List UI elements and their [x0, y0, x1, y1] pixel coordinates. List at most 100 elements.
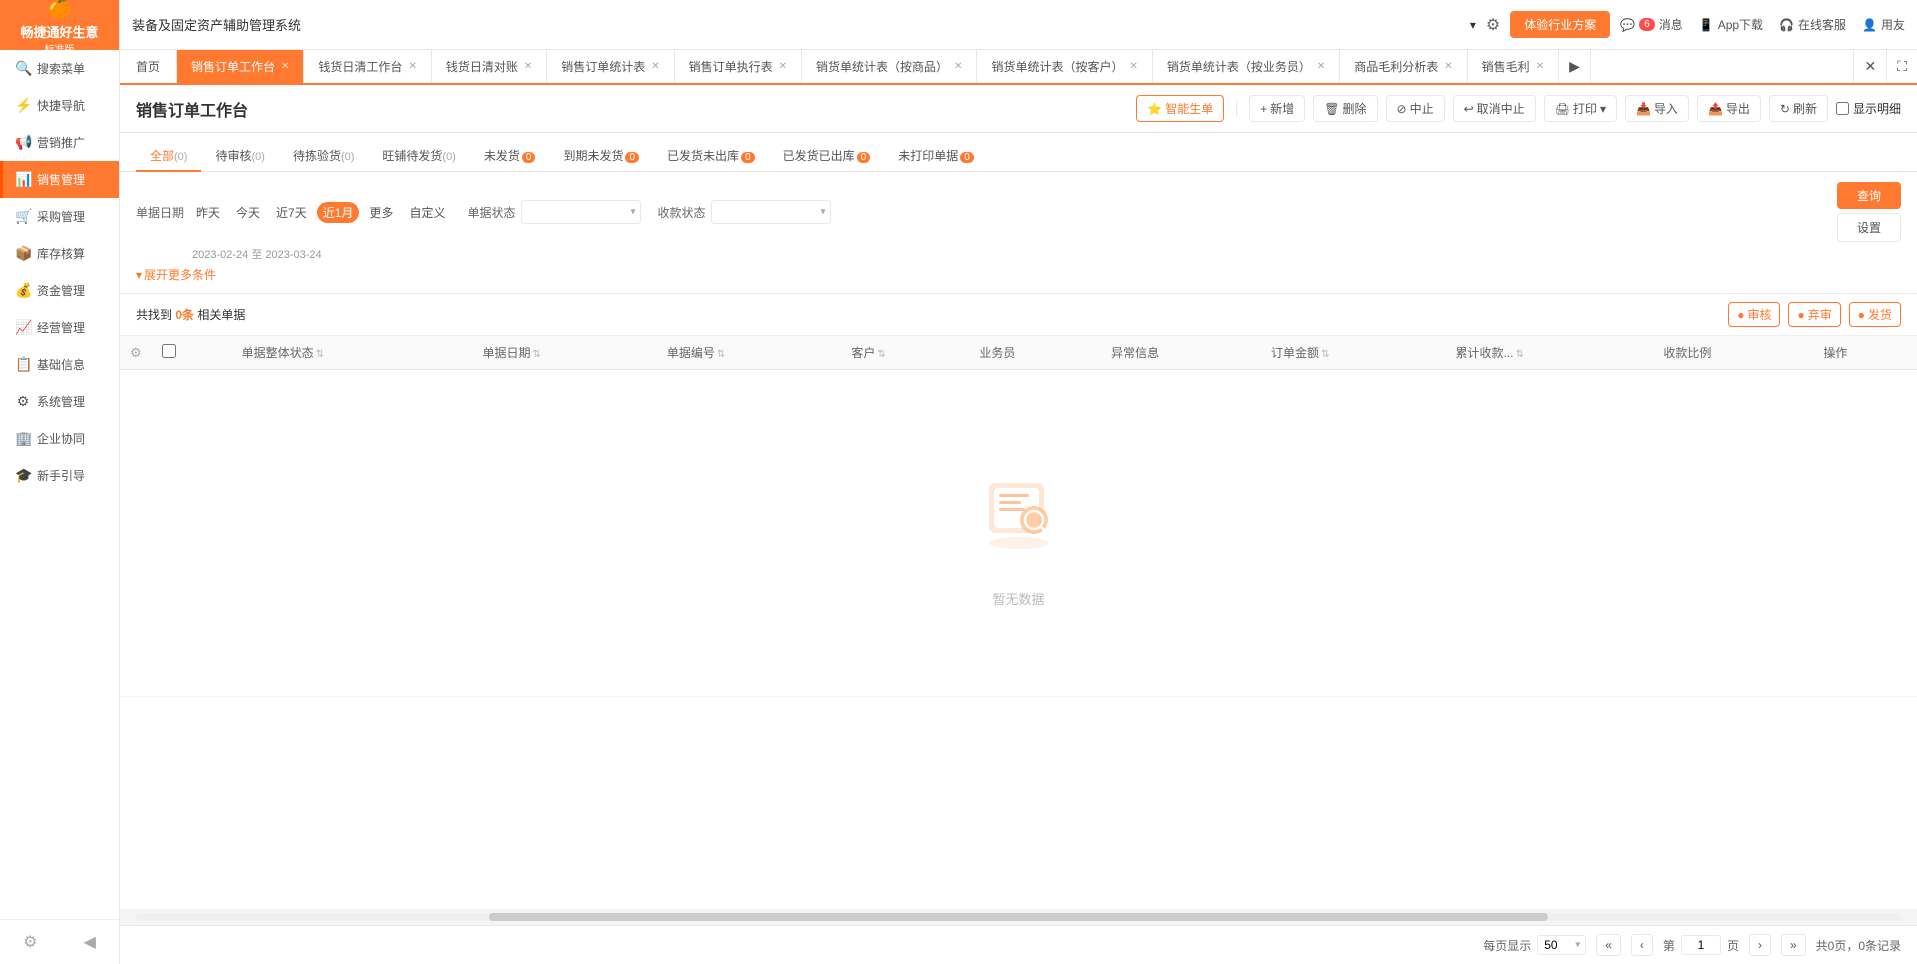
- tab-close-sales-exec[interactable]: ✕: [779, 61, 787, 72]
- table-action-ship-button[interactable]: ●发货: [1849, 302, 1901, 327]
- sidebar-item-enterprise[interactable]: 🏢企业协同: [0, 420, 119, 457]
- gear-settings-icon[interactable]: ⚙: [130, 345, 142, 360]
- date-option-近7天[interactable]: 近7天: [270, 202, 313, 223]
- tab-close-sales-summary-client[interactable]: ✕: [1129, 61, 1137, 72]
- scroll-thumb[interactable]: [489, 913, 1548, 921]
- filter-settings-button[interactable]: 设置: [1837, 213, 1901, 242]
- sidebar-item-inventory[interactable]: 📦库存核算: [0, 235, 119, 272]
- settings-bottom-icon[interactable]: ⚙: [19, 928, 41, 956]
- sub-tab-pending-inspect[interactable]: 待拣验货(0): [279, 141, 368, 172]
- sidebar-item-search[interactable]: 🔍搜索菜单: [0, 50, 119, 87]
- sub-tab-pending-review[interactable]: 待审核(0): [201, 141, 278, 172]
- tab-sales-stats[interactable]: 销售订单统计表✕: [547, 50, 674, 83]
- date-option-今天[interactable]: 今天: [230, 202, 266, 223]
- tabs-more-button[interactable]: ▶: [1559, 50, 1591, 83]
- main-content: 销售订单工作台 ⭐ 智能生单 + 新增 🗑 删除 ⊘ 中止: [120, 85, 1917, 964]
- date-option-更多[interactable]: 更多: [363, 202, 399, 223]
- sub-tab-overdue-not-shipped[interactable]: 到期未发货0: [549, 141, 653, 172]
- tab-sales-profit[interactable]: 销售毛利✕: [1468, 50, 1559, 83]
- refresh-button[interactable]: ↻ 刷新: [1769, 95, 1828, 122]
- tab-close-sales-summary-staff[interactable]: ✕: [1317, 61, 1325, 72]
- sidebar-item-system[interactable]: ⚙系统管理: [0, 383, 119, 420]
- page-input[interactable]: [1681, 935, 1721, 955]
- tab-home[interactable]: 首页: [120, 50, 177, 83]
- solution-button[interactable]: 体验行业方案: [1510, 11, 1610, 38]
- table-action-cancel-review-button[interactable]: ●弃审: [1788, 302, 1840, 327]
- sidebar-item-guide[interactable]: 🎓新手引导: [0, 457, 119, 494]
- sidebar-item-basic[interactable]: 📋基础信息: [0, 346, 119, 383]
- payment-select[interactable]: [711, 200, 831, 224]
- horizontal-scrollbar[interactable]: [136, 913, 1901, 921]
- next-page-button[interactable]: ›: [1749, 934, 1771, 956]
- status-select[interactable]: [521, 200, 641, 224]
- first-page-button[interactable]: «: [1596, 934, 1621, 956]
- select-all-checkbox[interactable]: [162, 344, 176, 358]
- topbar-dropdown[interactable]: ▾: [1470, 18, 1476, 32]
- add-button[interactable]: + 新增: [1249, 95, 1305, 122]
- sidebar-item-finance[interactable]: 💰资金管理: [0, 272, 119, 309]
- date-option-昨天[interactable]: 昨天: [190, 202, 226, 223]
- sidebar-item-quicknav[interactable]: ⚡快捷导航: [0, 87, 119, 124]
- tab-sales-summary-product[interactable]: 销货单统计表（按商品）✕: [802, 50, 977, 83]
- expand-filter-button[interactable]: ▾ 展开更多条件: [136, 266, 1901, 283]
- tab-sales-summary-client[interactable]: 销货单统计表（按客户）✕: [977, 50, 1152, 83]
- tab-sales-workbench[interactable]: 销售订单工作台✕: [177, 50, 304, 83]
- tab-close-sales-summary-product[interactable]: ✕: [954, 61, 962, 72]
- cancel-stop-button[interactable]: ↩ 取消中止: [1453, 95, 1536, 122]
- fullscreen-button[interactable]: ⛶: [1886, 50, 1917, 83]
- th-client[interactable]: 客户⇅: [841, 336, 969, 370]
- tab-sales-summary-staff[interactable]: 销货单统计表（按业务员） ✕: [1153, 50, 1340, 83]
- sub-tab-all[interactable]: 全部(0): [136, 141, 201, 172]
- app-download-item[interactable]: 📱 App下载: [1699, 16, 1763, 33]
- tab-close-sales-stats[interactable]: ✕: [651, 61, 659, 72]
- th-amount[interactable]: 订单金额⇅: [1261, 336, 1445, 370]
- close-all-tabs-button[interactable]: ✕: [1853, 50, 1886, 83]
- th-collected[interactable]: 累计收款...⇅: [1445, 336, 1653, 370]
- stop-button[interactable]: ⊘ 中止: [1386, 95, 1445, 122]
- tab-close-gross-margin[interactable]: ✕: [1444, 61, 1452, 72]
- sidebar-item-marketing[interactable]: 📢营销推广: [0, 124, 119, 161]
- sub-tab-shipped-out[interactable]: 已发货已出库0: [769, 141, 885, 172]
- delete-button[interactable]: 🗑 删除: [1313, 95, 1377, 122]
- export-button[interactable]: 📤 导出: [1697, 95, 1761, 122]
- smart-generate-button[interactable]: ⭐ 智能生单: [1136, 95, 1224, 122]
- sidebar-item-operations[interactable]: 📈经营管理: [0, 309, 119, 346]
- sidebar-item-sales[interactable]: 📊销售管理: [0, 161, 119, 198]
- table-action-review-button[interactable]: ●审核: [1728, 302, 1780, 327]
- date-option-近1月[interactable]: 近1月: [317, 202, 360, 223]
- th-date[interactable]: 单据日期⇅: [473, 336, 657, 370]
- last-page-button[interactable]: »: [1781, 934, 1806, 956]
- message-item[interactable]: 💬 6 消息: [1620, 16, 1683, 33]
- import-button[interactable]: 📥 导入: [1625, 95, 1689, 122]
- sidebar-logo[interactable]: 🍊 畅捷通好生意 标准版: [0, 0, 119, 50]
- user-item[interactable]: 👤 用友: [1862, 16, 1905, 33]
- sub-tab-shipped-not-out[interactable]: 已发货未出库0: [653, 141, 769, 172]
- show-detail-label[interactable]: 显示明细: [1836, 100, 1901, 117]
- tab-cash-daily[interactable]: 钱货日清工作台✕: [304, 50, 431, 83]
- tab-close-cash-daily[interactable]: ✕: [408, 61, 416, 72]
- date-filter-label: 单据日期: [136, 204, 184, 221]
- topbar-settings-icon[interactable]: ⚙: [1486, 15, 1500, 35]
- tab-close-cash-reconcile[interactable]: ✕: [524, 61, 532, 72]
- sub-tab-wangpu-pending[interactable]: 旺铺待发货(0): [368, 141, 469, 172]
- show-detail-checkbox[interactable]: [1836, 102, 1849, 115]
- sub-tab-not-printed[interactable]: 未打印单据0: [884, 141, 988, 172]
- tab-cash-reconcile[interactable]: 钱货日清对账✕: [432, 50, 547, 83]
- service-item[interactable]: 🎧 在线客服: [1779, 16, 1846, 33]
- tab-label-sales-summary-staff: 销货单统计表（按业务员）: [1167, 58, 1311, 75]
- collapse-sidebar-icon[interactable]: ◀: [80, 928, 100, 956]
- th-number[interactable]: 单据编号⇅: [657, 336, 841, 370]
- print-button[interactable]: 🖨 打印 ▾: [1544, 95, 1617, 122]
- th-status[interactable]: 单据整体状态⇅: [232, 336, 473, 370]
- tab-close-sales-profit[interactable]: ✕: [1536, 61, 1544, 72]
- sub-tab-not-shipped[interactable]: 未发货0: [470, 141, 550, 172]
- tab-sales-exec[interactable]: 销售订单执行表✕: [675, 50, 802, 83]
- date-option-自定义[interactable]: 自定义: [403, 202, 451, 223]
- tab-gross-margin[interactable]: 商品毛利分析表✕: [1340, 50, 1467, 83]
- prev-page-button[interactable]: ‹: [1631, 934, 1653, 956]
- query-button[interactable]: 查询: [1837, 182, 1901, 209]
- sidebar-item-purchase[interactable]: 🛒采购管理: [0, 198, 119, 235]
- logo-icon: 🍊: [47, 0, 72, 20]
- per-page-select[interactable]: 102050100: [1537, 935, 1586, 955]
- tab-close-sales-workbench[interactable]: ✕: [281, 61, 289, 72]
